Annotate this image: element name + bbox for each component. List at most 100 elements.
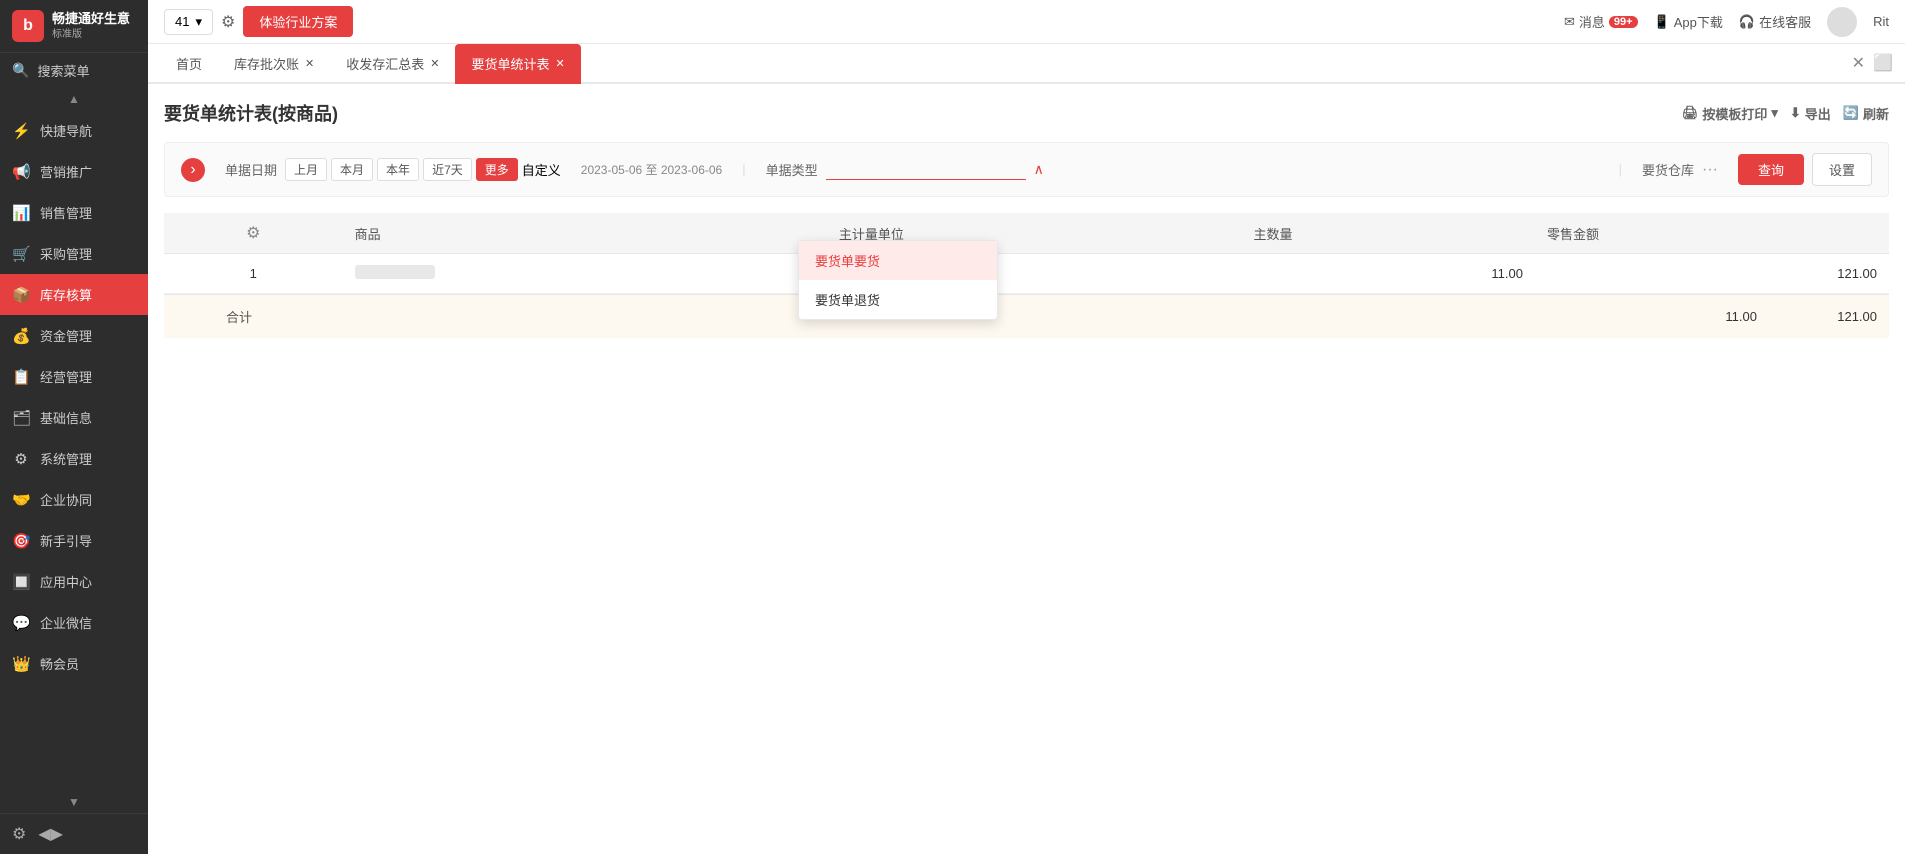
date-btn-this-year[interactable]: 本年 — [377, 158, 419, 181]
date-range-display: 2023-05-06 至 2023-06-06 — [581, 161, 722, 178]
sidebar-item-sales[interactable]: 📊 销售管理 — [0, 192, 148, 233]
date-btn-prev-month[interactable]: 上月 — [285, 158, 327, 181]
sidebar-item-operations[interactable]: 📋 经营管理 — [0, 356, 148, 397]
trial-btn[interactable]: 体验行业方案 — [243, 6, 353, 37]
type-chevron-up-icon[interactable]: ∧ — [1034, 161, 1044, 178]
refresh-btn[interactable]: 🔄 刷新 — [1843, 104, 1889, 123]
sales-icon: 📊 — [12, 204, 30, 222]
dropdown-item-purchase[interactable]: 要货单要货 — [799, 241, 997, 280]
header-left: 41 ▾ ⚙ 体验行业方案 — [164, 6, 353, 37]
close-inventory-batch-icon[interactable]: ✕ — [305, 57, 314, 70]
col-product: 商品 — [343, 213, 827, 254]
top-header: 41 ▾ ⚙ 体验行业方案 ✉ 消息 99+ 📱 App下载 🎧 在线客服 Ri… — [148, 0, 1905, 44]
sidebar-item-system[interactable]: ⚙ 系统管理 — [0, 438, 148, 479]
sidebar-item-label: 资金管理 — [40, 326, 136, 345]
date-btn-more[interactable]: 更多 — [476, 158, 518, 181]
message-btn[interactable]: ✉ 消息 99+ — [1564, 12, 1638, 31]
company-selector[interactable]: 41 ▾ — [164, 9, 213, 35]
search-label: 搜索菜单 — [37, 61, 89, 80]
scroll-up-arrow[interactable]: ▲ — [0, 88, 148, 110]
filter-divider-1: | — [742, 162, 745, 177]
sidebar-item-enterprise[interactable]: 🤝 企业协同 — [0, 479, 148, 520]
filter-expand-btn[interactable]: › — [181, 158, 205, 182]
scroll-down-arrow[interactable]: ▼ — [0, 791, 148, 813]
search-icon: 🔍 — [12, 62, 29, 79]
tab-inventory-batch[interactable]: 库存批次账 ✕ — [218, 44, 330, 84]
sidebar-item-label: 新手引导 — [40, 531, 136, 550]
filter-bar: › 单据日期 上月 本月 本年 近7天 更多 自定义 2023-05-06 至 … — [164, 142, 1889, 197]
sidebar-item-member[interactable]: 👑 畅会员 — [0, 643, 148, 684]
finance-icon: 💰 — [12, 327, 30, 345]
close-shipment-summary-icon[interactable]: ✕ — [430, 57, 439, 70]
guide-icon: 🎯 — [12, 532, 30, 550]
enterprise-icon: 🤝 — [12, 491, 30, 509]
print-icon: 🖨 — [1682, 105, 1699, 121]
date-btn-this-month[interactable]: 本月 — [331, 158, 373, 181]
row-amount: 121.00 — [1535, 254, 1889, 294]
export-btn[interactable]: ⬇ 导出 — [1790, 104, 1831, 123]
table-settings-icon[interactable]: ⚙ — [246, 225, 260, 242]
warehouse-filter-group: 要货仓库 ··· — [1642, 160, 1718, 179]
app-download-btn[interactable]: 📱 App下载 — [1654, 12, 1723, 31]
sidebar-item-finance[interactable]: 💰 资金管理 — [0, 315, 148, 356]
tab-shipment-summary[interactable]: 收发存汇总表 ✕ — [330, 44, 455, 84]
footer-quantity: 11.00 — [1637, 309, 1757, 324]
product-placeholder — [355, 265, 435, 279]
close-window-btn[interactable]: ✕ — [1852, 53, 1865, 73]
sidebar-search[interactable]: 🔍 搜索菜单 — [0, 53, 148, 88]
sidebar-item-label: 快捷导航 — [40, 121, 136, 140]
close-requisition-stat-icon[interactable]: ✕ — [556, 57, 565, 70]
sidebar-item-base-info[interactable]: 🗂 基础信息 — [0, 397, 148, 438]
refresh-icon: 🔄 — [1843, 105, 1859, 121]
sidebar-item-label: 基础信息 — [40, 408, 136, 427]
date-custom-label: 自定义 — [522, 160, 561, 179]
row-quantity: 11.00 — [1241, 254, 1534, 294]
maximize-btn[interactable]: ⬜ — [1873, 53, 1893, 73]
tabs-right: ✕ ⬜ — [1852, 53, 1893, 73]
tab-home[interactable]: 首页 — [160, 44, 218, 84]
page-title-actions: 🖨 按模板打印 ▾ ⬇ 导出 🔄 刷新 — [1682, 104, 1889, 123]
date-btn-7days[interactable]: 近7天 — [423, 158, 472, 181]
warehouse-more-icon[interactable]: ··· — [1702, 161, 1718, 179]
sidebar-item-app-center[interactable]: 🔲 应用中心 — [0, 561, 148, 602]
message-badge: 99+ — [1609, 16, 1638, 28]
table-body: 1 块 11.00 121.00 — [164, 254, 1889, 294]
brand-name: 畅捷通好生意 — [52, 11, 130, 28]
main-area: 41 ▾ ⚙ 体验行业方案 ✉ 消息 99+ 📱 App下载 🎧 在线客服 Ri… — [148, 0, 1905, 854]
wechat-icon: 💬 — [12, 614, 30, 632]
quick-nav-icon: ⚡ — [12, 122, 30, 140]
mobile-icon: 📱 — [1654, 14, 1670, 30]
sidebar-item-marketing[interactable]: 📢 营销推广 — [0, 151, 148, 192]
tab-requisition-stat[interactable]: 要货单统计表 ✕ — [455, 44, 580, 84]
row-product — [343, 254, 827, 294]
sidebar-item-label: 采购管理 — [40, 244, 136, 263]
settings-btn[interactable]: 设置 — [1812, 153, 1872, 186]
sidebar-item-quick-nav[interactable]: ⚡ 快捷导航 — [0, 110, 148, 151]
print-btn[interactable]: 🖨 按模板打印 ▾ — [1682, 104, 1778, 123]
settings-footer-btn[interactable]: ⚙ — [12, 824, 26, 844]
online-service-btn[interactable]: 🎧 在线客服 — [1739, 12, 1811, 31]
query-btn[interactable]: 查询 — [1738, 154, 1804, 185]
inventory-icon: 📦 — [12, 286, 30, 304]
type-input[interactable] — [826, 160, 1026, 180]
marketing-icon: 📢 — [12, 163, 30, 181]
type-dropdown-menu: 要货单要货 要货单退货 — [798, 240, 998, 320]
filter-divider-2: | — [1619, 162, 1622, 177]
sidebar-item-purchase[interactable]: 🛒 采购管理 — [0, 233, 148, 274]
content-area: 要货单统计表(按商品) 🖨 按模板打印 ▾ ⬇ 导出 🔄 刷新 › — [148, 84, 1905, 854]
export-icon: ⬇ — [1790, 105, 1801, 121]
sidebar-item-label: 应用中心 — [40, 572, 136, 591]
collapse-footer-btn[interactable]: ◀▶ — [38, 824, 63, 844]
sidebar-item-wechat[interactable]: 💬 企业微信 — [0, 602, 148, 643]
sidebar-item-guide[interactable]: 🎯 新手引导 — [0, 520, 148, 561]
header-gear-icon[interactable]: ⚙ — [221, 12, 235, 32]
username-label[interactable]: Rit — [1873, 14, 1889, 29]
footer-label: 合计 — [226, 307, 252, 326]
company-count: 41 — [175, 14, 189, 29]
message-icon: ✉ — [1564, 14, 1575, 30]
sidebar-item-label: 企业微信 — [40, 613, 136, 632]
dropdown-item-return[interactable]: 要货单退货 — [799, 280, 997, 319]
online-service-label: 在线客服 — [1759, 12, 1811, 31]
tab-shipment-summary-label: 收发存汇总表 — [346, 54, 424, 73]
sidebar-item-inventory[interactable]: 📦 库存核算 — [0, 274, 148, 315]
